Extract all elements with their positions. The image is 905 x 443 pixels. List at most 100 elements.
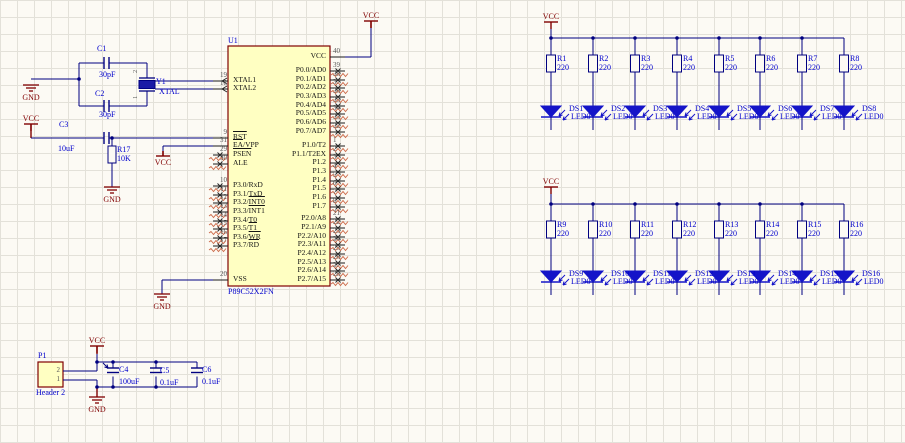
- resistor-r4[interactable]: [672, 54, 682, 73]
- r5-refdes[interactable]: R5: [725, 55, 734, 63]
- crystal-y1-body[interactable]: [138, 80, 156, 89]
- vcc-label-header[interactable]: VCC: [89, 337, 105, 345]
- r11-value[interactable]: 220: [641, 230, 653, 238]
- vcc-label[interactable]: VCC: [155, 159, 171, 167]
- crystal-refdes[interactable]: Y1: [156, 78, 166, 86]
- ds8-value[interactable]: LED0: [864, 113, 884, 121]
- r2-refdes[interactable]: R2: [599, 55, 608, 63]
- resistor-r1[interactable]: [546, 54, 556, 73]
- r6-value[interactable]: 220: [766, 64, 778, 72]
- vcc-label-bank1[interactable]: VCC: [543, 13, 559, 21]
- ds11-value[interactable]: LED0: [655, 278, 675, 286]
- gnd-label[interactable]: GND: [88, 406, 105, 414]
- ds16-value[interactable]: LED0: [864, 278, 884, 286]
- r8-value[interactable]: 220: [850, 64, 862, 72]
- r7-refdes[interactable]: R7: [808, 55, 817, 63]
- ds4-value[interactable]: LED0: [697, 113, 717, 121]
- resistor-r16[interactable]: [839, 220, 849, 239]
- r12-refdes[interactable]: R12: [683, 221, 696, 229]
- ds6-value[interactable]: LED0: [780, 113, 800, 121]
- r16-refdes[interactable]: R16: [850, 221, 863, 229]
- resistor-r17[interactable]: [107, 145, 117, 164]
- pin-name-7: P1.6: [312, 192, 326, 201]
- ds14-value[interactable]: LED0: [780, 278, 800, 286]
- gnd-label[interactable]: GND: [22, 94, 39, 102]
- ds13-value[interactable]: LED0: [739, 278, 759, 286]
- r13-refdes[interactable]: R13: [725, 221, 738, 229]
- c3-value[interactable]: 10uF: [58, 145, 74, 153]
- r6-refdes[interactable]: R6: [766, 55, 775, 63]
- r14-refdes[interactable]: R14: [766, 221, 779, 229]
- r3-refdes[interactable]: R3: [641, 55, 650, 63]
- r14-value[interactable]: 220: [766, 230, 778, 238]
- ds12-value[interactable]: LED0: [697, 278, 717, 286]
- r10-refdes[interactable]: R10: [599, 221, 612, 229]
- led-ds1[interactable]: [539, 105, 563, 118]
- resistor-r6[interactable]: [755, 54, 765, 73]
- r17-value[interactable]: 10K: [117, 155, 131, 163]
- resistor-r8[interactable]: [839, 54, 849, 73]
- ds5-value[interactable]: LED0: [739, 113, 759, 121]
- r17-refdes[interactable]: R17: [117, 146, 130, 154]
- c1-refdes[interactable]: C1: [97, 45, 106, 53]
- r3-value[interactable]: 220: [641, 64, 653, 72]
- ds9-value[interactable]: LED0: [571, 278, 591, 286]
- r15-refdes[interactable]: R15: [808, 221, 821, 229]
- r10-value[interactable]: 220: [599, 230, 611, 238]
- r1-value[interactable]: 220: [557, 64, 569, 72]
- r15-value[interactable]: 220: [808, 230, 820, 238]
- r12-value[interactable]: 220: [683, 230, 695, 238]
- r8-refdes[interactable]: R8: [850, 55, 859, 63]
- ds15-value[interactable]: LED0: [822, 278, 842, 286]
- c4-value[interactable]: 100uF: [119, 378, 139, 386]
- c1-value[interactable]: 30pF: [99, 71, 115, 79]
- resistor-r3[interactable]: [630, 54, 640, 73]
- gnd-label[interactable]: GND: [153, 303, 170, 311]
- resistor-r15[interactable]: [797, 220, 807, 239]
- ic-part-number[interactable]: P89C52X2FN: [228, 288, 274, 296]
- resistor-r7[interactable]: [797, 54, 807, 73]
- resistor-r10[interactable]: [588, 220, 598, 239]
- p1-refdes[interactable]: P1: [38, 352, 46, 360]
- c2-value[interactable]: 30pF: [99, 111, 115, 119]
- r5-value[interactable]: 220: [725, 64, 737, 72]
- vcc-label-ic[interactable]: VCC: [363, 12, 379, 20]
- r16-value[interactable]: 220: [850, 230, 862, 238]
- ds3-value[interactable]: LED0: [655, 113, 675, 121]
- ds1-value[interactable]: LED0: [571, 113, 591, 121]
- pin-number-20: 20: [220, 270, 227, 278]
- ds2-value[interactable]: LED0: [613, 113, 633, 121]
- vcc-label-reset[interactable]: VCC: [23, 115, 39, 123]
- ds7-value[interactable]: LED0: [822, 113, 842, 121]
- c4-refdes[interactable]: C4: [119, 366, 128, 374]
- p1-value[interactable]: Header 2: [36, 389, 65, 397]
- resistor-r9[interactable]: [546, 220, 556, 239]
- resistor-r2[interactable]: [588, 54, 598, 73]
- ds10-value[interactable]: LED0: [613, 278, 633, 286]
- r9-value[interactable]: 220: [557, 230, 569, 238]
- resistor-r12[interactable]: [672, 220, 682, 239]
- resistor-r11[interactable]: [630, 220, 640, 239]
- crystal-value[interactable]: XTAL: [159, 88, 180, 96]
- resistor-r14[interactable]: [755, 220, 765, 239]
- r4-value[interactable]: 220: [683, 64, 695, 72]
- r11-refdes[interactable]: R11: [641, 221, 654, 229]
- r2-value[interactable]: 220: [599, 64, 611, 72]
- resistor-r5[interactable]: [714, 54, 724, 73]
- c3-refdes[interactable]: C3: [59, 121, 68, 129]
- resistor-r13[interactable]: [714, 220, 724, 239]
- r4-refdes[interactable]: R4: [683, 55, 692, 63]
- c6-refdes[interactable]: C6: [202, 366, 211, 374]
- c2-refdes[interactable]: C2: [95, 90, 104, 98]
- led-ds9[interactable]: [539, 270, 563, 283]
- r13-value[interactable]: 220: [725, 230, 737, 238]
- vcc-label-bank2[interactable]: VCC: [543, 178, 559, 186]
- gnd-label[interactable]: GND: [103, 196, 120, 204]
- r1-refdes[interactable]: R1: [557, 55, 566, 63]
- r9-refdes[interactable]: R9: [557, 221, 566, 229]
- c6-value[interactable]: 0.1uF: [202, 378, 220, 386]
- c5-value[interactable]: 0.1uF: [160, 379, 178, 387]
- ic-refdes[interactable]: U1: [228, 37, 238, 45]
- r7-value[interactable]: 220: [808, 64, 820, 72]
- c5-refdes[interactable]: C5: [160, 367, 169, 375]
